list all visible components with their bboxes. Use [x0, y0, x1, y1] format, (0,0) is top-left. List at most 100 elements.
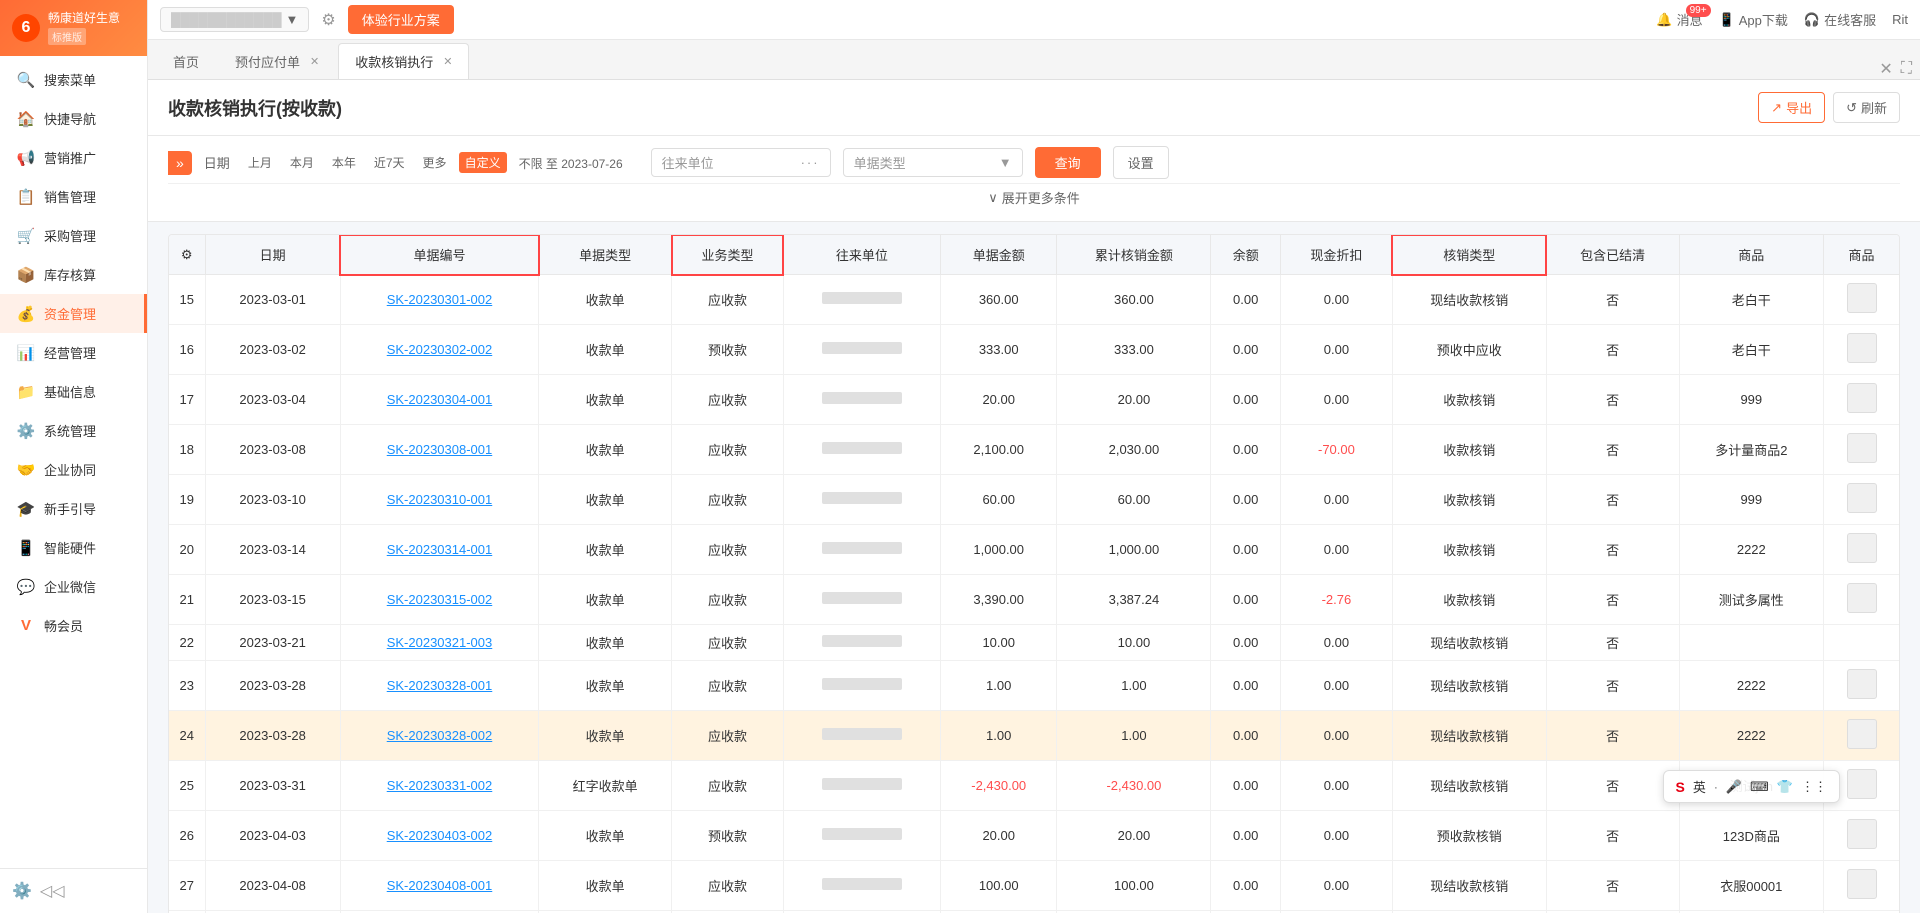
query-button[interactable]: 查询 — [1035, 147, 1101, 178]
cell-doc-no[interactable]: SK-20230308-001 — [340, 425, 538, 475]
sidebar-item-hardware[interactable]: 📱 智能硬件 — [0, 528, 147, 567]
tab-prepay-close[interactable]: ✕ — [310, 55, 319, 68]
partner-filter[interactable]: 往来单位 ··· — [651, 148, 831, 177]
cell-doc-no[interactable]: SK-20230321-003 — [340, 625, 538, 661]
date-opt-more[interactable]: 更多 — [417, 152, 453, 173]
user-menu[interactable]: Rit — [1892, 12, 1908, 27]
settings-bottom-icon[interactable]: ⚙️ — [12, 881, 32, 901]
collapse-icon[interactable]: ◁◁ — [40, 881, 65, 901]
date-opt-this-month[interactable]: 本月 — [284, 152, 320, 173]
doc-no-link[interactable]: SK-20230328-002 — [387, 728, 493, 743]
cell-partner — [783, 661, 940, 711]
table-row[interactable]: 25 2023-03-31 SK-20230331-002 红字收款单 应收款 … — [169, 761, 1899, 811]
expand-tab-icon[interactable]: ⛶ — [1901, 60, 1912, 78]
cell-doc-no[interactable]: SK-20230315-002 — [340, 575, 538, 625]
table-row[interactable]: 22 2023-03-21 SK-20230321-003 收款单 应收款 10… — [169, 625, 1899, 661]
doc-no-link[interactable]: SK-20230408-001 — [387, 878, 493, 893]
sidebar-item-guide[interactable]: 🎓 新手引导 — [0, 489, 147, 528]
sidebar-item-system[interactable]: ⚙️ 系统管理 — [0, 411, 147, 450]
table-row[interactable]: 27 2023-04-08 SK-20230408-001 收款单 应收款 10… — [169, 861, 1899, 911]
cell-date: 2023-03-01 — [205, 275, 340, 325]
doc-no-link[interactable]: SK-20230314-001 — [387, 542, 493, 557]
sidebar-item-basic[interactable]: 📁 基础信息 — [0, 372, 147, 411]
tab-prepay[interactable]: 预付应付单 ✕ — [218, 43, 336, 79]
doc-no-link[interactable]: SK-20230302-002 — [387, 342, 493, 357]
cell-doc-no[interactable]: SK-20230403-002 — [340, 811, 538, 861]
cell-doc-no[interactable]: SK-20230408-001 — [340, 861, 538, 911]
table-row[interactable]: 16 2023-03-02 SK-20230302-002 收款单 预收款 33… — [169, 325, 1899, 375]
sidebar-item-marketing[interactable]: 📢 营销推广 — [0, 138, 147, 177]
ime-mic-icon[interactable]: 🎤 — [1726, 779, 1742, 795]
doc-no-link[interactable]: SK-20230321-003 — [387, 635, 493, 650]
date-opt-custom[interactable]: 自定义 — [459, 152, 507, 173]
doc-no-link[interactable]: SK-20230331-002 — [387, 778, 493, 793]
table-row[interactable]: 24 2023-03-28 SK-20230328-002 收款单 应收款 1.… — [169, 711, 1899, 761]
doc-no-link[interactable]: SK-20230301-002 — [387, 292, 493, 307]
cell-doc-no[interactable]: SK-20230314-001 — [340, 525, 538, 575]
table-row[interactable]: 17 2023-03-04 SK-20230304-001 收款单 应收款 20… — [169, 375, 1899, 425]
table-scroll[interactable]: ⚙ 日期 单据编号 单据类型 业务类型 往来单位 单据金额 累计核销金额 余额 … — [169, 235, 1899, 913]
tab-receivable[interactable]: 收款核销执行 ✕ — [338, 43, 469, 79]
expand-more-btn[interactable]: ∨ 展开更多条件 — [168, 183, 1900, 211]
ime-toolbar: S 英 · 🎤 ⌨ 👕 ⋮⋮ — [1663, 770, 1841, 803]
cell-doc-no[interactable]: SK-20230302-002 — [340, 325, 538, 375]
cell-settled: -2,430.00 — [1057, 761, 1211, 811]
date-opt-this-year[interactable]: 本年 — [326, 152, 362, 173]
table-row[interactable]: 26 2023-04-03 SK-20230403-002 收款单 预收款 20… — [169, 811, 1899, 861]
doc-no-link[interactable]: SK-20230310-001 — [387, 492, 493, 507]
date-opt-7days[interactable]: 近7天 — [368, 152, 411, 173]
settings-gear-icon[interactable]: ⚙ — [321, 10, 335, 30]
tab-receivable-close[interactable]: ✕ — [443, 55, 452, 68]
sidebar-item-purchase[interactable]: 🛒 采购管理 — [0, 216, 147, 255]
refresh-button[interactable]: ↺ 刷新 — [1833, 92, 1900, 123]
sidebar-item-member[interactable]: V 畅会员 — [0, 606, 147, 645]
doc-type-filter[interactable]: 单据类型 ▼ — [843, 148, 1023, 177]
filter-toggle-btn[interactable]: » — [168, 151, 192, 175]
cell-doc-no[interactable]: SK-20230328-002 — [340, 711, 538, 761]
doc-no-link[interactable]: SK-20230308-001 — [387, 442, 493, 457]
doc-no-link[interactable]: SK-20230304-001 — [387, 392, 493, 407]
cell-discount: 0.00 — [1281, 661, 1393, 711]
export-button[interactable]: ↗ 导出 — [1758, 92, 1825, 123]
account-selector[interactable]: ████████████ ▼ — [160, 7, 309, 32]
sidebar-bottom: ⚙️ ◁◁ — [0, 868, 147, 913]
message-btn[interactable]: 🔔 消息 99+ — [1656, 10, 1702, 29]
cell-amount: 2,100.00 — [940, 425, 1057, 475]
cell-doc-no[interactable]: SK-20230301-002 — [340, 275, 538, 325]
ime-keyboard-icon[interactable]: ⌨ — [1750, 779, 1769, 795]
doc-no-link[interactable]: SK-20230315-002 — [387, 592, 493, 607]
table-row[interactable]: 19 2023-03-10 SK-20230310-001 收款单 应收款 60… — [169, 475, 1899, 525]
cell-doc-no[interactable]: SK-20230328-001 — [340, 661, 538, 711]
sidebar-item-sales[interactable]: 📋 销售管理 — [0, 177, 147, 216]
doc-no-link[interactable]: SK-20230328-001 — [387, 678, 493, 693]
user-name: Rit — [1892, 12, 1908, 27]
table-row[interactable]: 20 2023-03-14 SK-20230314-001 收款单 应收款 1,… — [169, 525, 1899, 575]
close-tab-icon[interactable]: ✕ — [1879, 59, 1892, 79]
ime-more-icon[interactable]: ⋮⋮ — [1801, 779, 1827, 795]
tab-home[interactable]: 首页 — [156, 43, 216, 79]
table-row[interactable]: 18 2023-03-08 SK-20230308-001 收款单 应收款 2,… — [169, 425, 1899, 475]
sidebar-item-inventory[interactable]: 📦 库存核算 — [0, 255, 147, 294]
solution-btn[interactable]: 体验行业方案 — [348, 5, 454, 34]
cell-doc-no[interactable]: SK-20230310-001 — [340, 475, 538, 525]
sidebar-item-wechat[interactable]: 💬 企业微信 — [0, 567, 147, 606]
app-download-btn[interactable]: 📱 App下载 — [1719, 10, 1788, 29]
sidebar-item-shortcuts[interactable]: 🏠 快捷导航 — [0, 99, 147, 138]
col-settings[interactable]: ⚙ — [169, 235, 205, 275]
table-row[interactable]: 21 2023-03-15 SK-20230315-002 收款单 应收款 3,… — [169, 575, 1899, 625]
date-opt-last-month[interactable]: 上月 — [242, 152, 278, 173]
cell-doc-type: 收款单 — [539, 375, 672, 425]
cell-doc-no[interactable]: SK-20230304-001 — [340, 375, 538, 425]
sidebar-item-operations[interactable]: 📊 经营管理 — [0, 333, 147, 372]
col-product1: 商品 — [1679, 235, 1824, 275]
settings-button[interactable]: 设置 — [1113, 146, 1169, 179]
sidebar-item-enterprise[interactable]: 🤝 企业协同 — [0, 450, 147, 489]
sidebar-item-finance[interactable]: 💰 资金管理 — [0, 294, 147, 333]
doc-no-link[interactable]: SK-20230403-002 — [387, 828, 493, 843]
table-row[interactable]: 23 2023-03-28 SK-20230328-001 收款单 应收款 1.… — [169, 661, 1899, 711]
ime-shirt-icon[interactable]: 👕 — [1777, 779, 1793, 795]
table-row[interactable]: 15 2023-03-01 SK-20230301-002 收款单 应收款 36… — [169, 275, 1899, 325]
cell-doc-no[interactable]: SK-20230331-002 — [340, 761, 538, 811]
online-service-btn[interactable]: 🎧 在线客服 — [1804, 10, 1876, 29]
sidebar-item-search[interactable]: 🔍 搜索菜单 — [0, 60, 147, 99]
